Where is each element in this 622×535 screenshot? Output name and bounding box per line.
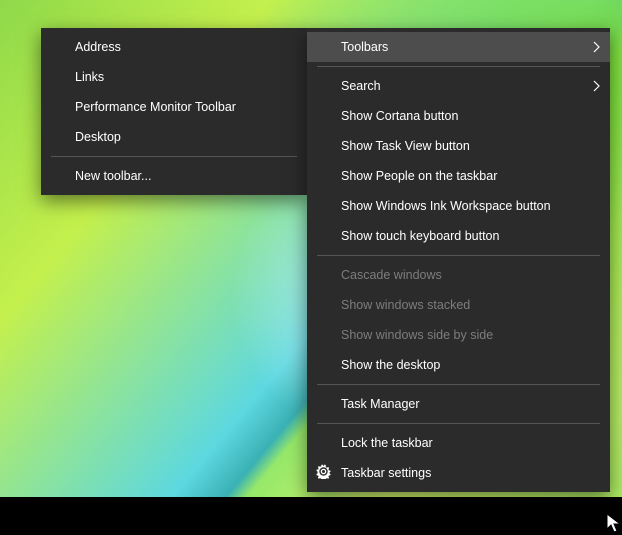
submenu-item-desktop[interactable]: Desktop bbox=[41, 122, 307, 152]
label: Lock the taskbar bbox=[341, 436, 433, 450]
menu-item-show-desktop[interactable]: Show the desktop bbox=[307, 350, 610, 380]
label: Cascade windows bbox=[341, 268, 442, 282]
label: New toolbar... bbox=[75, 169, 151, 183]
label: Toolbars bbox=[341, 40, 388, 54]
separator bbox=[51, 156, 297, 157]
chevron-right-icon bbox=[592, 41, 600, 53]
menu-item-task-manager[interactable]: Task Manager bbox=[307, 389, 610, 419]
menu-item-show-stacked: Show windows stacked bbox=[307, 290, 610, 320]
gear-icon bbox=[316, 464, 331, 482]
separator bbox=[317, 423, 600, 424]
menu-item-lock-taskbar[interactable]: Lock the taskbar bbox=[307, 428, 610, 458]
label: Show Cortana button bbox=[341, 109, 458, 123]
menu-item-show-people[interactable]: Show People on the taskbar bbox=[307, 161, 610, 191]
label: Taskbar settings bbox=[341, 466, 431, 480]
label: Show Windows Ink Workspace button bbox=[341, 199, 551, 213]
label: Show touch keyboard button bbox=[341, 229, 499, 243]
label: Show windows stacked bbox=[341, 298, 470, 312]
label: Show People on the taskbar bbox=[341, 169, 497, 183]
label: Show windows side by side bbox=[341, 328, 493, 342]
label: Desktop bbox=[75, 130, 121, 144]
submenu-item-links[interactable]: Links bbox=[41, 62, 307, 92]
label: Show the desktop bbox=[341, 358, 440, 372]
submenu-item-performance-monitor[interactable]: Performance Monitor Toolbar bbox=[41, 92, 307, 122]
menu-item-show-cortana[interactable]: Show Cortana button bbox=[307, 101, 610, 131]
submenu-item-address[interactable]: Address bbox=[41, 32, 307, 62]
menu-item-taskbar-settings[interactable]: Taskbar settings bbox=[307, 458, 610, 488]
chevron-right-icon bbox=[592, 80, 600, 92]
menu-item-show-side-by-side: Show windows side by side bbox=[307, 320, 610, 350]
label: Show Task View button bbox=[341, 139, 470, 153]
label: Task Manager bbox=[341, 397, 420, 411]
separator bbox=[317, 66, 600, 67]
menu-item-cascade-windows: Cascade windows bbox=[307, 260, 610, 290]
menu-item-show-task-view[interactable]: Show Task View button bbox=[307, 131, 610, 161]
separator bbox=[317, 255, 600, 256]
menu-item-toolbars[interactable]: Toolbars bbox=[307, 32, 610, 62]
menu-item-show-touch-keyboard[interactable]: Show touch keyboard button bbox=[307, 221, 610, 251]
menu-item-show-ink-workspace[interactable]: Show Windows Ink Workspace button bbox=[307, 191, 610, 221]
taskbar[interactable] bbox=[0, 497, 622, 535]
separator bbox=[317, 384, 600, 385]
toolbars-submenu: Address Links Performance Monitor Toolba… bbox=[41, 28, 307, 195]
submenu-item-new-toolbar[interactable]: New toolbar... bbox=[41, 161, 307, 191]
label: Performance Monitor Toolbar bbox=[75, 100, 236, 114]
label: Search bbox=[341, 79, 381, 93]
label: Links bbox=[75, 70, 104, 84]
taskbar-context-menu: Toolbars Search Show Cortana button Show… bbox=[307, 28, 610, 492]
label: Address bbox=[75, 40, 121, 54]
menu-item-search[interactable]: Search bbox=[307, 71, 610, 101]
